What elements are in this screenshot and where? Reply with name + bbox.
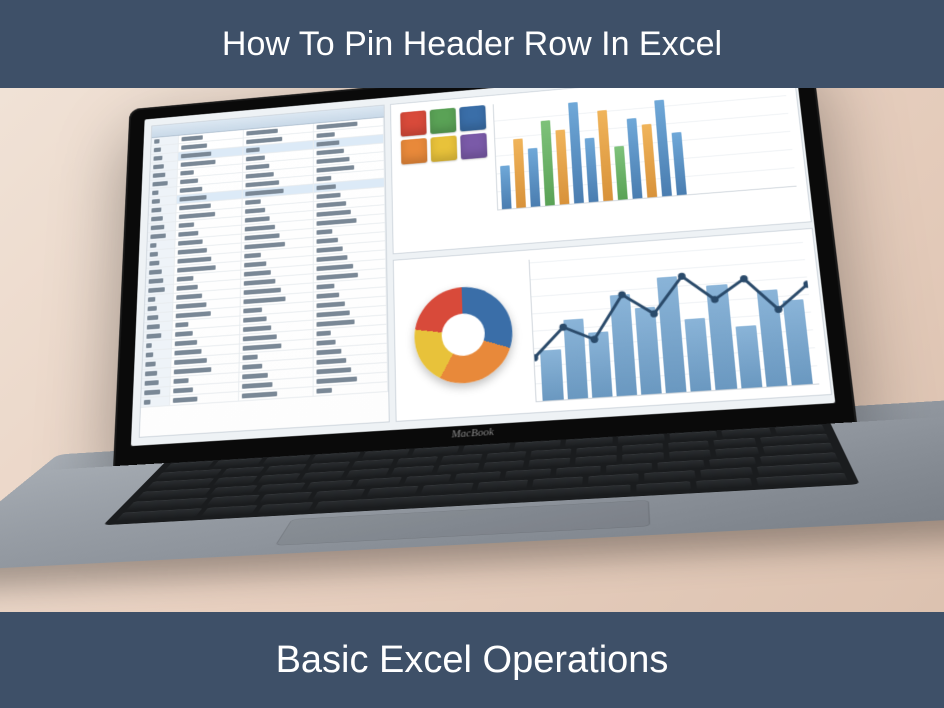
keyboard-key <box>259 492 312 503</box>
keyboard-key <box>206 495 260 506</box>
keyboard-key <box>396 456 438 466</box>
color-swatch <box>431 135 458 162</box>
color-swatch <box>401 110 427 136</box>
keyboard-key <box>636 481 691 493</box>
keyboard-key <box>436 463 479 473</box>
combo-line <box>530 239 819 401</box>
keyboard-key <box>485 451 526 461</box>
keyboard-key <box>709 457 757 468</box>
keyboard-key <box>257 473 301 483</box>
keyboard-key <box>657 460 704 471</box>
keyboard-key <box>716 447 760 457</box>
keyboard-key <box>476 480 527 491</box>
donut-chart-wrap <box>404 260 526 410</box>
keyboard-key <box>355 477 403 488</box>
keyboard-key <box>257 482 305 493</box>
bar <box>627 118 643 199</box>
bar <box>685 317 712 391</box>
keyboard-key <box>421 483 473 494</box>
bar <box>615 145 629 200</box>
subtitle-text: Basic Excel Operations <box>276 639 669 682</box>
hero-image-scene: MacBook <box>0 88 944 612</box>
bar <box>642 124 658 198</box>
color-swatch <box>430 108 457 134</box>
keyboard-key <box>313 489 366 500</box>
keyboard-key <box>257 502 314 514</box>
keyboard-key <box>530 448 571 458</box>
bar <box>528 147 541 206</box>
spreadsheet-pane <box>139 105 390 438</box>
donut-chart <box>414 284 515 387</box>
bar <box>556 129 570 204</box>
keyboard-key <box>391 466 434 476</box>
bottom-charts-pane <box>393 228 832 422</box>
laptop-screen <box>131 88 835 446</box>
top-charts-pane <box>390 88 812 254</box>
keyboard-key <box>440 454 482 464</box>
bar <box>782 299 812 385</box>
bar <box>540 349 563 401</box>
keyboard-key <box>454 471 501 482</box>
keyboard-key <box>555 466 601 477</box>
keyboard-key <box>301 471 345 481</box>
bar <box>672 132 687 195</box>
keyboard-key <box>700 467 753 478</box>
keyboard-key <box>404 474 451 485</box>
bar <box>588 331 613 397</box>
keyboard-key <box>346 468 390 478</box>
bar <box>655 100 673 197</box>
bar <box>635 307 662 395</box>
keyboard-key <box>367 486 419 497</box>
color-swatch <box>461 133 488 160</box>
bar <box>598 110 614 201</box>
keyboard-key <box>201 505 258 517</box>
keyboard-key <box>482 460 524 470</box>
title-banner-bottom: Basic Excel Operations <box>0 612 944 708</box>
keyboard-key <box>714 438 757 448</box>
keyboard-key <box>528 458 570 468</box>
bar <box>585 137 599 202</box>
bar <box>568 102 584 203</box>
keyboard-key <box>212 476 257 486</box>
keyboard-key <box>532 477 583 488</box>
keyboard-key <box>606 463 652 474</box>
combo-chart <box>529 239 819 402</box>
spreadsheet-body <box>141 117 389 407</box>
bar <box>735 325 762 388</box>
bar-chart-top <box>493 88 796 210</box>
keyboard-key <box>504 468 550 479</box>
bar <box>514 138 527 208</box>
keyboard-key <box>668 440 710 450</box>
bar <box>706 284 736 390</box>
keyboard-key <box>588 473 639 484</box>
keyboard-key <box>644 470 696 481</box>
color-swatch <box>460 105 487 132</box>
bar <box>501 166 512 210</box>
laptop-illustration: MacBook <box>62 88 944 612</box>
title-text: How To Pin Header Row In Excel <box>222 25 722 64</box>
color-swatch-grid <box>401 105 491 243</box>
keyboard-key <box>306 480 354 491</box>
spreadsheet-cell <box>141 396 170 407</box>
keyboard-key <box>209 485 258 496</box>
keyboard-key <box>351 459 394 469</box>
color-swatch <box>401 138 428 165</box>
bar <box>756 289 787 386</box>
keyboard-key <box>575 455 616 465</box>
title-banner-top: How To Pin Header Row In Excel <box>0 0 944 88</box>
keyboard-key <box>696 478 752 490</box>
keyboard-key <box>307 461 350 471</box>
keyboard-key <box>669 450 712 460</box>
bar <box>541 120 555 206</box>
keyboard-key <box>576 446 617 456</box>
keyboard-key <box>622 443 663 453</box>
keyboard-key <box>622 452 664 462</box>
